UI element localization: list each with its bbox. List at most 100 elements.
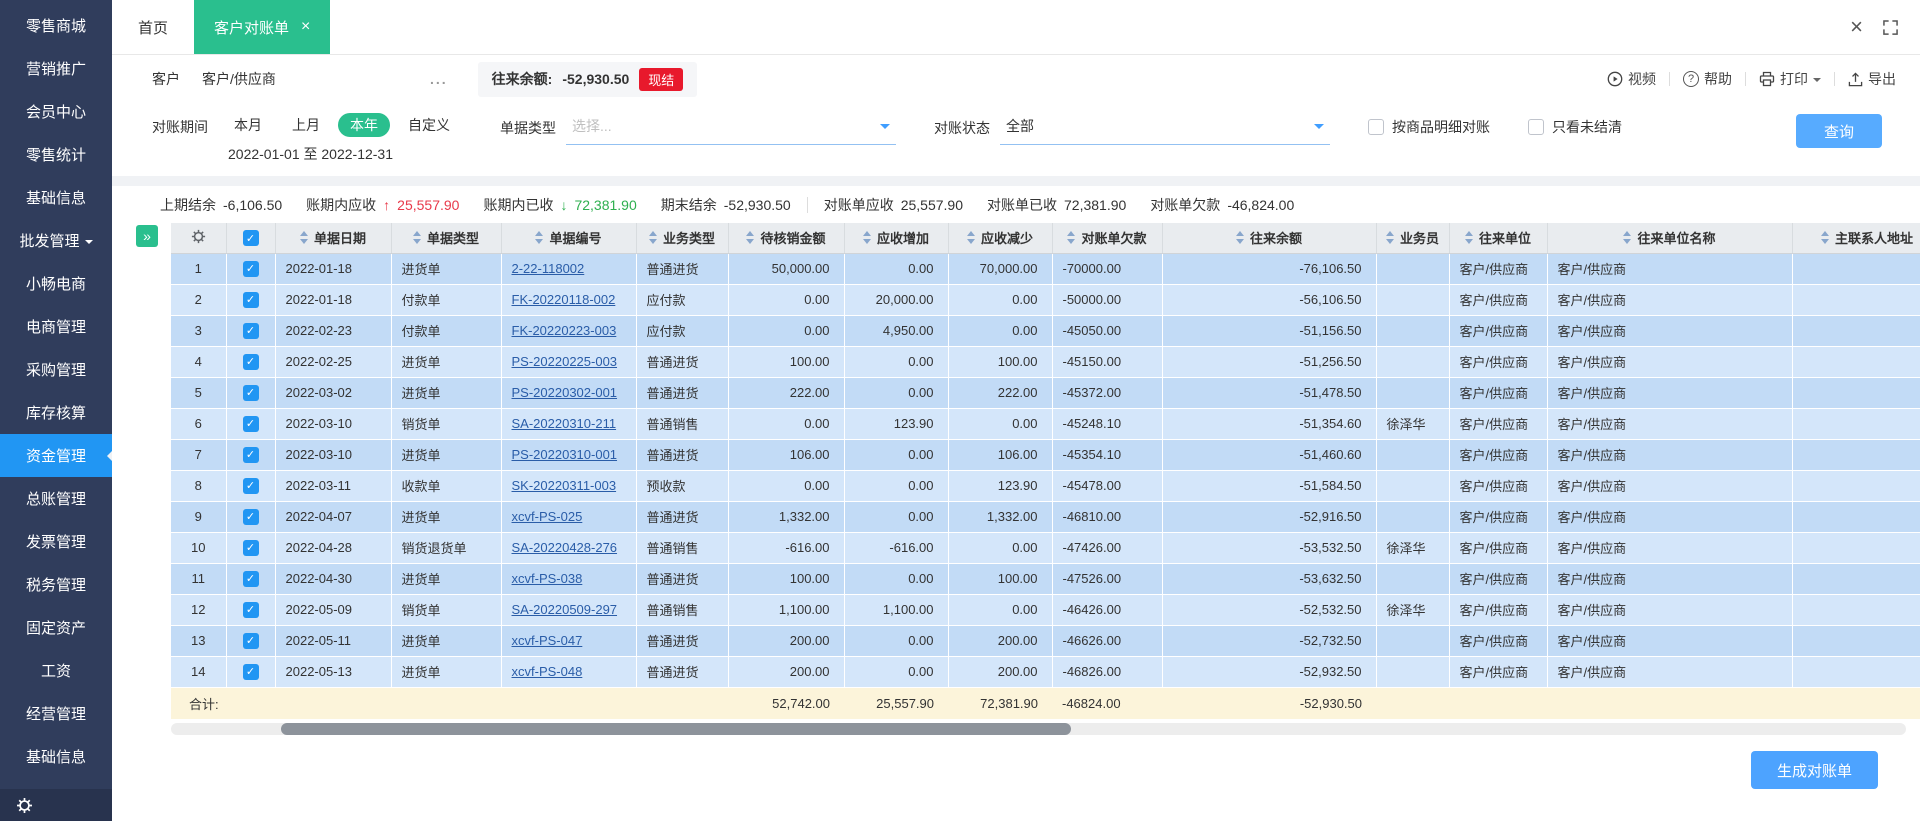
row-checkbox[interactable]: ✓ bbox=[226, 625, 276, 657]
doc-no-link[interactable]: PS-20220225-003 bbox=[512, 354, 618, 369]
doc-no-link[interactable]: xcvf-PS-025 bbox=[512, 509, 583, 524]
doc-no-link[interactable]: 2-22-118002 bbox=[512, 261, 585, 276]
sidebar-item-17[interactable]: 经营管理 bbox=[0, 692, 112, 735]
checkbox-unsettled-only[interactable]: 只看未结清 bbox=[1528, 117, 1622, 137]
print-button[interactable]: 打印 bbox=[1759, 69, 1821, 89]
table-row[interactable]: 6 ✓ 2022-03-10 销货单 SA-20220310-211 普通销售 0.00 12… bbox=[171, 408, 1920, 440]
customer-select[interactable]: 客户/供应商 bbox=[194, 64, 394, 94]
column-header-salesperson[interactable]: 业务员 bbox=[1376, 223, 1450, 254]
period-option-1[interactable]: 本月 bbox=[222, 113, 274, 137]
sort-icon[interactable] bbox=[1464, 231, 1474, 245]
table-row[interactable]: 7 ✓ 2022-03-10 进货单 PS-20220310-001 普通进货 106.00… bbox=[171, 439, 1920, 471]
table-row[interactable]: 3 ✓ 2022-02-23 付款单 FK-20220223-003 应付款 0.00 4,9… bbox=[171, 315, 1920, 347]
column-header-biz-type[interactable]: 业务类型 bbox=[636, 223, 729, 254]
tab-home[interactable]: 首页 bbox=[112, 0, 194, 54]
row-checkbox[interactable]: ✓ bbox=[226, 439, 276, 471]
sidebar-item-2[interactable]: 营销推广 bbox=[0, 47, 112, 90]
sort-icon[interactable] bbox=[746, 231, 755, 245]
sort-icon[interactable] bbox=[1385, 231, 1395, 245]
doc-no-link[interactable]: FK-20220223-003 bbox=[512, 323, 617, 338]
sidebar-item-14[interactable]: 税务管理 bbox=[0, 563, 112, 606]
sort-icon[interactable] bbox=[1067, 231, 1076, 245]
sidebar-item-9[interactable]: 采购管理 bbox=[0, 348, 112, 391]
row-checkbox[interactable]: ✓ bbox=[226, 377, 276, 409]
row-checkbox[interactable]: ✓ bbox=[226, 253, 276, 285]
row-checkbox[interactable]: ✓ bbox=[226, 563, 276, 595]
help-button[interactable]: ? 帮助 bbox=[1683, 69, 1732, 89]
table-row[interactable]: 13 ✓ 2022-05-11 进货单 xcvf-PS-047 普通进货 200.00 0.0… bbox=[171, 625, 1920, 657]
sidebar-item-4[interactable]: 零售统计 bbox=[0, 133, 112, 176]
sidebar-item-3[interactable]: 会员中心 bbox=[0, 90, 112, 133]
doc-no-link[interactable]: PS-20220302-001 bbox=[512, 385, 618, 400]
sort-icon[interactable] bbox=[1623, 231, 1632, 245]
period-option-2[interactable]: 上月 bbox=[280, 113, 332, 137]
status-select[interactable]: 全部 bbox=[1000, 113, 1330, 145]
row-checkbox[interactable]: ✓ bbox=[226, 346, 276, 378]
table-row[interactable]: 9 ✓ 2022-04-07 进货单 xcvf-PS-025 普通进货 1,332.00 0.… bbox=[171, 501, 1920, 533]
sidebar-item-16[interactable]: 工资 bbox=[0, 649, 112, 692]
tab-close-icon[interactable]: × bbox=[301, 19, 310, 35]
row-checkbox[interactable]: ✓ bbox=[226, 594, 276, 626]
table-row[interactable]: 5 ✓ 2022-03-02 进货单 PS-20220302-001 普通进货 222.00… bbox=[171, 377, 1920, 409]
table-row[interactable]: 8 ✓ 2022-03-11 收款单 SK-20220311-003 预收款 0.00 0.0… bbox=[171, 470, 1920, 502]
table-row[interactable]: 4 ✓ 2022-02-25 进货单 PS-20220225-003 普通进货 100.00… bbox=[171, 346, 1920, 378]
horizontal-scrollbar[interactable] bbox=[171, 723, 1906, 735]
select-all-checkbox[interactable]: ✓ bbox=[226, 223, 276, 254]
doc-no-link[interactable]: SA-20220310-211 bbox=[512, 416, 617, 431]
sort-icon[interactable] bbox=[1820, 231, 1830, 245]
doc-type-select[interactable]: 选择... bbox=[566, 113, 896, 145]
doc-no-link[interactable]: SA-20220428-276 bbox=[512, 540, 618, 555]
column-header-doc-type[interactable]: 单据类型 bbox=[391, 223, 502, 254]
period-option-3[interactable]: 本年 bbox=[338, 113, 390, 137]
column-settings-button[interactable] bbox=[171, 223, 227, 254]
settings-gear-icon[interactable] bbox=[16, 797, 33, 814]
sidebar-item-5[interactable]: 基础信息 bbox=[0, 176, 112, 219]
table-row[interactable]: 14 ✓ 2022-05-13 进货单 xcvf-PS-048 普通进货 200.00 0.0… bbox=[171, 656, 1920, 688]
row-checkbox[interactable]: ✓ bbox=[226, 470, 276, 502]
sort-icon[interactable] bbox=[535, 231, 544, 245]
sort-icon[interactable] bbox=[412, 231, 422, 245]
row-checkbox[interactable]: ✓ bbox=[226, 532, 276, 564]
table-row[interactable]: 1 ✓ 2022-01-18 进货单 2-22-118002 普通进货 50,000.00 0… bbox=[171, 253, 1920, 285]
scrollbar-thumb[interactable] bbox=[281, 723, 1071, 735]
sidebar-item-18[interactable]: 基础信息 bbox=[0, 735, 112, 778]
doc-no-link[interactable]: SK-20220311-003 bbox=[512, 478, 617, 493]
date-range[interactable]: 2022-01-01 至 2022-12-31 bbox=[222, 144, 462, 164]
sidebar-item-8[interactable]: 电商管理 bbox=[0, 305, 112, 348]
table-row[interactable]: 12 ✓ 2022-05-09 销货单 SA-20220509-297 普通销售 1,100… bbox=[171, 594, 1920, 626]
doc-no-link[interactable]: SA-20220509-297 bbox=[512, 602, 618, 617]
row-checkbox[interactable]: ✓ bbox=[226, 408, 276, 440]
row-checkbox[interactable]: ✓ bbox=[226, 315, 276, 347]
close-icon[interactable]: × bbox=[1850, 16, 1863, 38]
export-button[interactable]: 导出 bbox=[1848, 69, 1896, 89]
checkbox-by-product-detail[interactable]: 按商品明细对账 bbox=[1368, 117, 1490, 137]
sidebar-item-1[interactable]: 零售商城 bbox=[0, 4, 112, 47]
column-header-balance[interactable]: 往来余额 bbox=[1162, 223, 1377, 254]
column-header-doc-no[interactable]: 单据编号 bbox=[501, 223, 637, 254]
column-header-counterparty-name[interactable]: 往来单位名称 bbox=[1547, 223, 1793, 254]
more-options-button[interactable]: ... bbox=[430, 71, 448, 87]
sort-icon[interactable] bbox=[648, 231, 658, 245]
sidebar-item-15[interactable]: 固定资产 bbox=[0, 606, 112, 649]
sort-icon[interactable] bbox=[966, 231, 976, 245]
table-row[interactable]: 10 ✓ 2022-04-28 销货退货单 SA-20220428-276 普通销售 -61… bbox=[171, 532, 1920, 564]
sidebar-item-7[interactable]: 小畅电商 bbox=[0, 262, 112, 305]
sidebar-item-13[interactable]: 发票管理 bbox=[0, 520, 112, 563]
sort-icon[interactable] bbox=[299, 231, 309, 245]
doc-no-link[interactable]: FK-20220118-002 bbox=[512, 292, 616, 307]
sidebar-item-6[interactable]: 批发管理 bbox=[0, 219, 112, 262]
column-header-pending-amount[interactable]: 待核销金额 bbox=[728, 223, 845, 254]
doc-no-link[interactable]: xcvf-PS-038 bbox=[512, 571, 583, 586]
column-header-statement-owed[interactable]: 对账单欠款 bbox=[1052, 223, 1163, 254]
table-row[interactable]: 11 ✓ 2022-04-30 进货单 xcvf-PS-038 普通进货 100.00 0.0… bbox=[171, 563, 1920, 595]
column-header-contact-address[interactable]: 主联系人地址 bbox=[1792, 223, 1920, 254]
table-row[interactable]: 2 ✓ 2022-01-18 付款单 FK-20220118-002 应付款 0.00 20,… bbox=[171, 284, 1920, 316]
doc-no-link[interactable]: xcvf-PS-047 bbox=[512, 633, 583, 648]
sidebar-item-10[interactable]: 库存核算 bbox=[0, 391, 112, 434]
sidebar-item-11[interactable]: 资金管理 bbox=[0, 434, 112, 477]
row-checkbox[interactable]: ✓ bbox=[226, 656, 276, 688]
period-option-4[interactable]: 自定义 bbox=[396, 113, 462, 137]
row-checkbox[interactable]: ✓ bbox=[226, 284, 276, 316]
column-header-receivable-decrease[interactable]: 应收减少 bbox=[948, 223, 1053, 254]
fullscreen-icon[interactable] bbox=[1883, 19, 1898, 35]
